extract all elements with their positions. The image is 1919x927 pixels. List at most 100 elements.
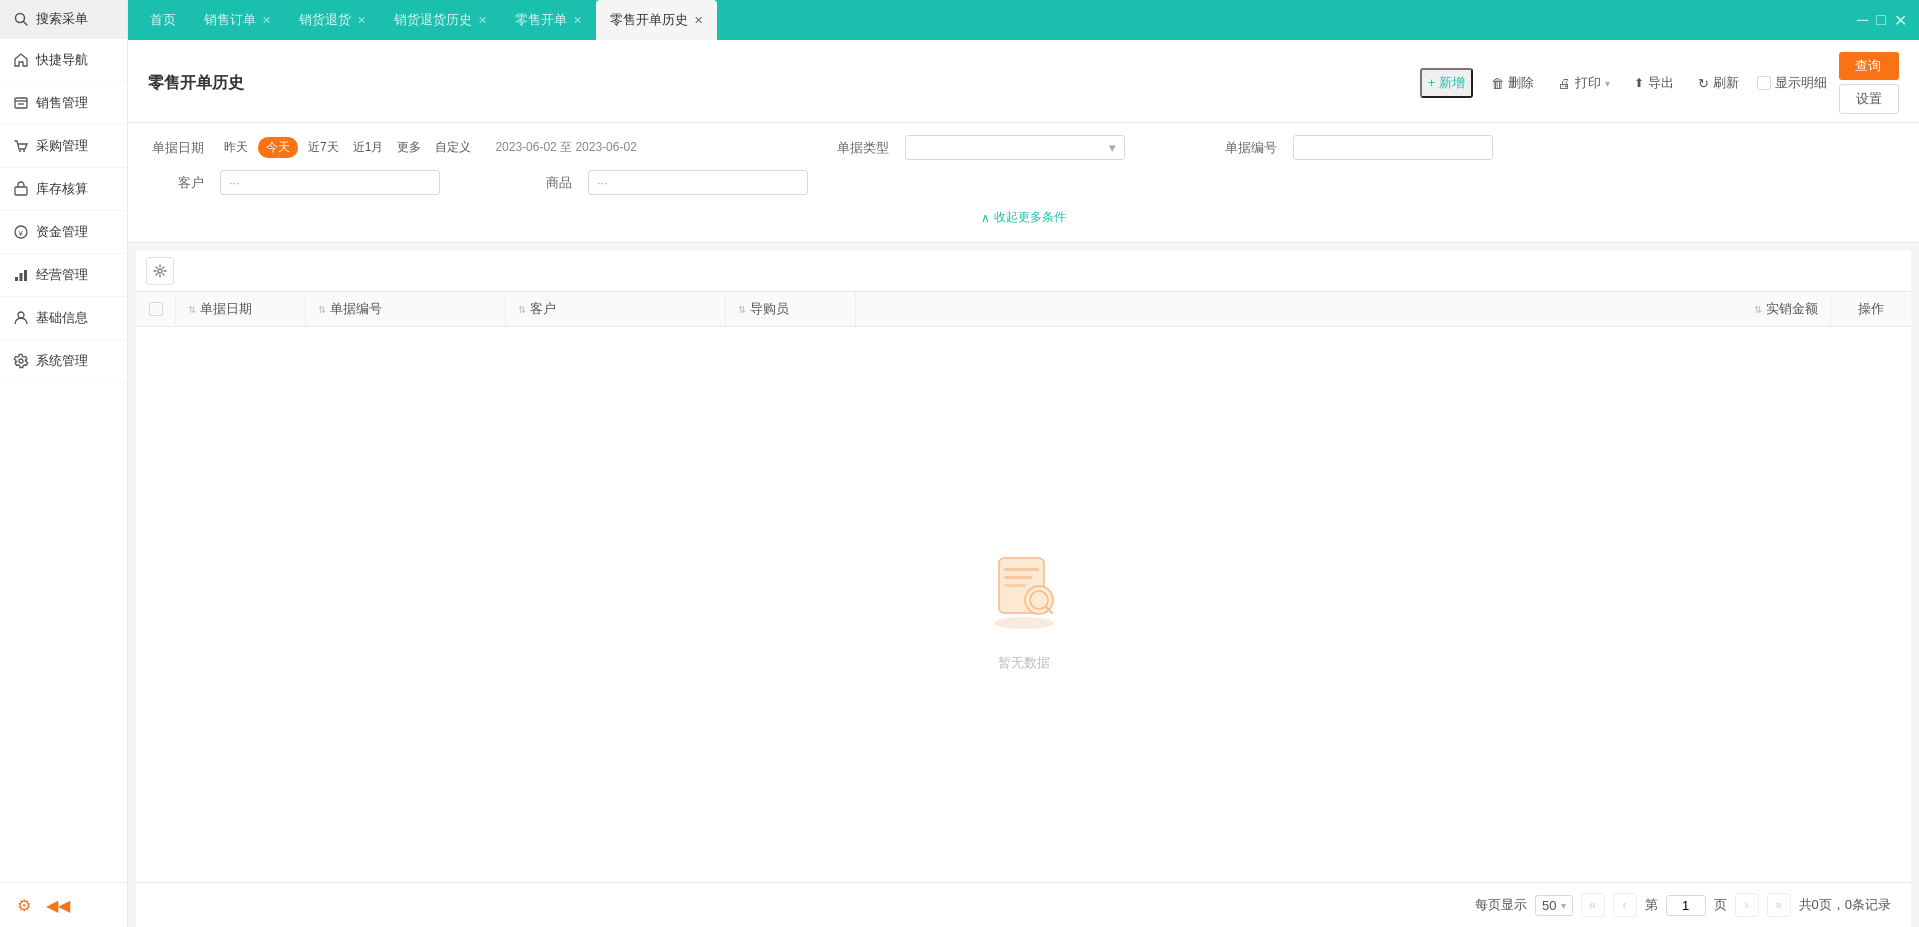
sort-icon[interactable]: ⇅ [188, 304, 196, 315]
page-header: 零售开单历史 + 新增 🗑 删除 🖨 打印 ▾ ⬆ 导出 ↻ [128, 40, 1919, 123]
sidebar-item-label: 经营管理 [36, 266, 88, 284]
date-option-last-month[interactable]: 近1月 [349, 137, 388, 158]
tab-bar-right: ─ □ ✕ [1857, 11, 1911, 30]
date-option-more[interactable]: 更多 [393, 137, 425, 158]
sidebar-item-purchase[interactable]: 采购管理 [0, 125, 127, 168]
window-minimize-icon[interactable]: ─ [1857, 11, 1868, 29]
search-icon [12, 10, 30, 28]
collapse-more-btn[interactable]: ∧ 收起更多条件 [977, 205, 1070, 230]
query-button[interactable]: 查询 [1839, 52, 1899, 80]
sidebar-item-label: 销售管理 [36, 94, 88, 112]
delete-label: 删除 [1508, 74, 1534, 92]
first-page-btn[interactable]: « [1581, 893, 1605, 917]
date-option-today[interactable]: 今天 [258, 137, 298, 158]
main-area: 首页 销售订单 ✕ 销货退货 ✕ 销货退货历史 ✕ 零售开单 ✕ 零售开单历史 … [128, 0, 1919, 927]
tab-return-goods-close[interactable]: ✕ [357, 15, 366, 26]
svg-point-13 [18, 312, 24, 318]
doc-number-label: 单据编号 [1221, 139, 1277, 157]
checkbox-display [1757, 76, 1771, 90]
sidebar-item-quick-nav[interactable]: 快捷导航 [0, 39, 127, 82]
sort-icon[interactable]: ⇅ [518, 304, 526, 315]
tab-return-goods[interactable]: 销货退货 ✕ [285, 0, 380, 40]
th-customer: ⇅ 客户 [506, 292, 726, 326]
empty-illustration [974, 538, 1074, 638]
display-details-toggle[interactable]: 显示明细 [1757, 74, 1827, 92]
page-label-post: 页 [1714, 896, 1727, 914]
settings-button[interactable]: 设置 [1839, 84, 1899, 114]
current-page-input[interactable] [1666, 895, 1706, 916]
table-header: ⇅ 单据日期 ⇅ 单据编号 ⇅ 客户 ⇅ 导购员 ⇅ 实销金额 [136, 292, 1911, 327]
col-customer-label: 客户 [530, 300, 556, 318]
doc-number-input[interactable] [1293, 135, 1493, 160]
sales-icon [12, 94, 30, 112]
sidebar-item-inventory[interactable]: 库存核算 [0, 168, 127, 211]
tab-sales-order-label: 销售订单 [204, 11, 256, 29]
empty-text: 暂无数据 [998, 654, 1050, 672]
table-settings-icon-btn[interactable] [146, 257, 174, 285]
tab-retail-history[interactable]: 零售开单历史 ✕ [596, 0, 717, 40]
add-button[interactable]: + 新增 [1420, 68, 1473, 98]
sidebar-item-label: 快捷导航 [36, 51, 88, 69]
tab-sales-order-close[interactable]: ✕ [262, 15, 271, 26]
toolbar: + 新增 🗑 删除 🖨 打印 ▾ ⬆ 导出 ↻ 刷新 [1420, 52, 1899, 114]
sidebar-bottom: ⚙ ◀◀ [0, 882, 127, 927]
print-button[interactable]: 🖨 打印 ▾ [1552, 70, 1616, 96]
filter-row-collapse: ∧ 收起更多条件 [148, 205, 1899, 230]
sidebar-item-label: 库存核算 [36, 180, 88, 198]
collapse-sidebar-icon[interactable]: ◀◀ [46, 893, 70, 917]
print-icon: 🖨 [1558, 76, 1571, 91]
sidebar-search[interactable]: 搜索采单 [0, 0, 127, 39]
tab-retail-history-close[interactable]: ✕ [694, 15, 703, 26]
total-text: 共0页，0条记录 [1799, 896, 1891, 914]
date-range-display: 2023-06-02 至 2023-06-02 [495, 139, 636, 156]
sidebar-item-sales[interactable]: 销售管理 [0, 82, 127, 125]
doc-type-select[interactable]: ▾ [905, 135, 1125, 160]
sidebar-item-finance[interactable]: ¥ 资金管理 [0, 211, 127, 254]
customer-label: 客户 [148, 174, 204, 192]
customer-input[interactable]: ··· [220, 170, 440, 195]
page-label-pre: 第 [1645, 896, 1658, 914]
per-page-select[interactable]: 50 ▾ [1535, 895, 1572, 916]
sidebar-item-operations[interactable]: 经营管理 [0, 254, 127, 297]
tab-return-history[interactable]: 销货退货历史 ✕ [380, 0, 501, 40]
header-checkbox[interactable] [149, 302, 163, 316]
filter-row-customer: 客户 ··· 商品 ··· [148, 170, 1899, 195]
date-option-custom[interactable]: 自定义 [431, 137, 475, 158]
tab-return-history-close[interactable]: ✕ [478, 15, 487, 26]
display-details-label: 显示明细 [1775, 74, 1827, 92]
sort-icon[interactable]: ⇅ [1754, 304, 1762, 315]
sidebar-item-sys-mgmt[interactable]: 系统管理 [0, 340, 127, 383]
date-option-yesterday[interactable]: 昨天 [220, 137, 252, 158]
tab-retail-open-close[interactable]: ✕ [573, 15, 582, 26]
col-number-label: 单据编号 [330, 300, 382, 318]
print-dropdown-icon: ▾ [1605, 78, 1610, 89]
tab-bar: 首页 销售订单 ✕ 销货退货 ✕ 销货退货历史 ✕ 零售开单 ✕ 零售开单历史 … [128, 0, 1919, 40]
content-area: 零售开单历史 + 新增 🗑 删除 🖨 打印 ▾ ⬆ 导出 ↻ [128, 40, 1919, 927]
delete-button[interactable]: 🗑 删除 [1485, 70, 1540, 96]
goods-input[interactable]: ··· [588, 170, 808, 195]
sort-icon[interactable]: ⇅ [738, 304, 746, 315]
doc-type-label: 单据类型 [833, 139, 889, 157]
tab-return-goods-label: 销货退货 [299, 11, 351, 29]
window-maximize-icon[interactable]: □ [1876, 11, 1886, 29]
svg-point-15 [994, 617, 1054, 629]
tab-home[interactable]: 首页 [136, 0, 190, 40]
sidebar-item-basic-info[interactable]: 基础信息 [0, 297, 127, 340]
refresh-icon: ↻ [1698, 76, 1709, 91]
svg-rect-19 [1004, 584, 1026, 587]
date-option-last7[interactable]: 近7天 [304, 137, 343, 158]
th-amount: ⇅ 实销金额 [856, 292, 1831, 326]
collapse-label: 收起更多条件 [994, 209, 1066, 226]
export-button[interactable]: ⬆ 导出 [1628, 70, 1680, 96]
sort-icon[interactable]: ⇅ [318, 304, 326, 315]
window-close-icon[interactable]: ✕ [1894, 11, 1907, 30]
tab-retail-open[interactable]: 零售开单 ✕ [501, 0, 596, 40]
tab-sales-order[interactable]: 销售订单 ✕ [190, 0, 285, 40]
table-container: ⇅ 单据日期 ⇅ 单据编号 ⇅ 客户 ⇅ 导购员 ⇅ 实销金额 [136, 251, 1911, 927]
th-number: ⇅ 单据编号 [306, 292, 506, 326]
settings-bottom-icon[interactable]: ⚙ [12, 893, 36, 917]
refresh-button[interactable]: ↻ 刷新 [1692, 70, 1745, 96]
next-page-btn[interactable]: › [1735, 893, 1759, 917]
prev-page-btn[interactable]: ‹ [1613, 893, 1637, 917]
last-page-btn[interactable]: » [1767, 893, 1791, 917]
